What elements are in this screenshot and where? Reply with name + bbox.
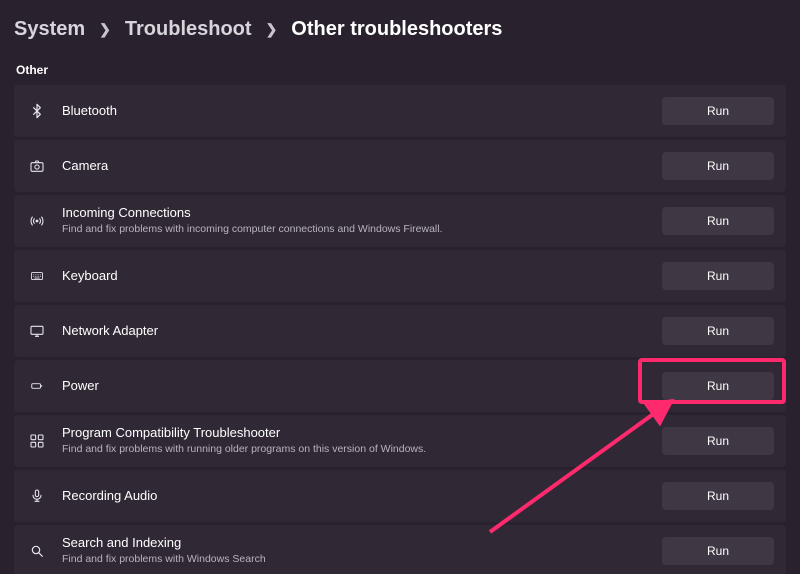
run-button-bluetooth[interactable]: Run xyxy=(662,97,774,125)
list-item-search-indexing[interactable]: Search and Indexing Find and fix problem… xyxy=(14,525,786,574)
camera-icon xyxy=(26,155,48,177)
item-title: Program Compatibility Troubleshooter xyxy=(62,425,648,442)
item-title: Search and Indexing xyxy=(62,535,648,552)
microphone-icon xyxy=(26,485,48,507)
item-title: Recording Audio xyxy=(62,488,648,505)
keyboard-icon xyxy=(26,265,48,287)
list-item-keyboard[interactable]: Keyboard Run xyxy=(14,250,786,302)
item-title: Bluetooth xyxy=(62,103,648,120)
run-button-network-adapter[interactable]: Run xyxy=(662,317,774,345)
run-button-search-indexing[interactable]: Run xyxy=(662,537,774,565)
item-title: Camera xyxy=(62,158,648,175)
bluetooth-icon xyxy=(26,100,48,122)
run-button-camera[interactable]: Run xyxy=(662,152,774,180)
run-button-recording-audio[interactable]: Run xyxy=(662,482,774,510)
item-subtitle: Find and fix problems with incoming comp… xyxy=(62,223,648,237)
item-title: Network Adapter xyxy=(62,323,648,340)
item-subtitle: Find and fix problems with Windows Searc… xyxy=(62,553,648,567)
breadcrumb: System ❯ Troubleshoot ❯ Other troublesho… xyxy=(14,18,786,41)
troubleshooter-list: Bluetooth Run Camera Run Incoming Connec… xyxy=(14,85,786,574)
search-icon xyxy=(26,540,48,562)
list-item-recording-audio[interactable]: Recording Audio Run xyxy=(14,470,786,522)
run-button-keyboard[interactable]: Run xyxy=(662,262,774,290)
item-subtitle: Find and fix problems with running older… xyxy=(62,443,648,457)
breadcrumb-current: Other troubleshooters xyxy=(291,18,502,41)
apps-icon xyxy=(26,430,48,452)
list-item-camera[interactable]: Camera Run xyxy=(14,140,786,192)
chevron-right-icon: ❯ xyxy=(266,21,278,38)
signal-icon xyxy=(26,210,48,232)
list-item-power[interactable]: Power Run xyxy=(14,360,786,412)
battery-icon xyxy=(26,375,48,397)
list-item-program-compatibility[interactable]: Program Compatibility Troubleshooter Fin… xyxy=(14,415,786,467)
item-title: Keyboard xyxy=(62,268,648,285)
run-button-power[interactable]: Run xyxy=(662,372,774,400)
monitor-icon xyxy=(26,320,48,342)
run-button-program-compatibility[interactable]: Run xyxy=(662,427,774,455)
chevron-right-icon: ❯ xyxy=(99,21,111,38)
breadcrumb-troubleshoot[interactable]: Troubleshoot xyxy=(125,18,252,41)
list-item-bluetooth[interactable]: Bluetooth Run xyxy=(14,85,786,137)
item-title: Incoming Connections xyxy=(62,205,648,222)
list-item-incoming-connections[interactable]: Incoming Connections Find and fix proble… xyxy=(14,195,786,247)
section-label-other: Other xyxy=(16,63,786,77)
breadcrumb-system[interactable]: System xyxy=(14,18,85,41)
item-title: Power xyxy=(62,378,648,395)
run-button-incoming-connections[interactable]: Run xyxy=(662,207,774,235)
list-item-network-adapter[interactable]: Network Adapter Run xyxy=(14,305,786,357)
